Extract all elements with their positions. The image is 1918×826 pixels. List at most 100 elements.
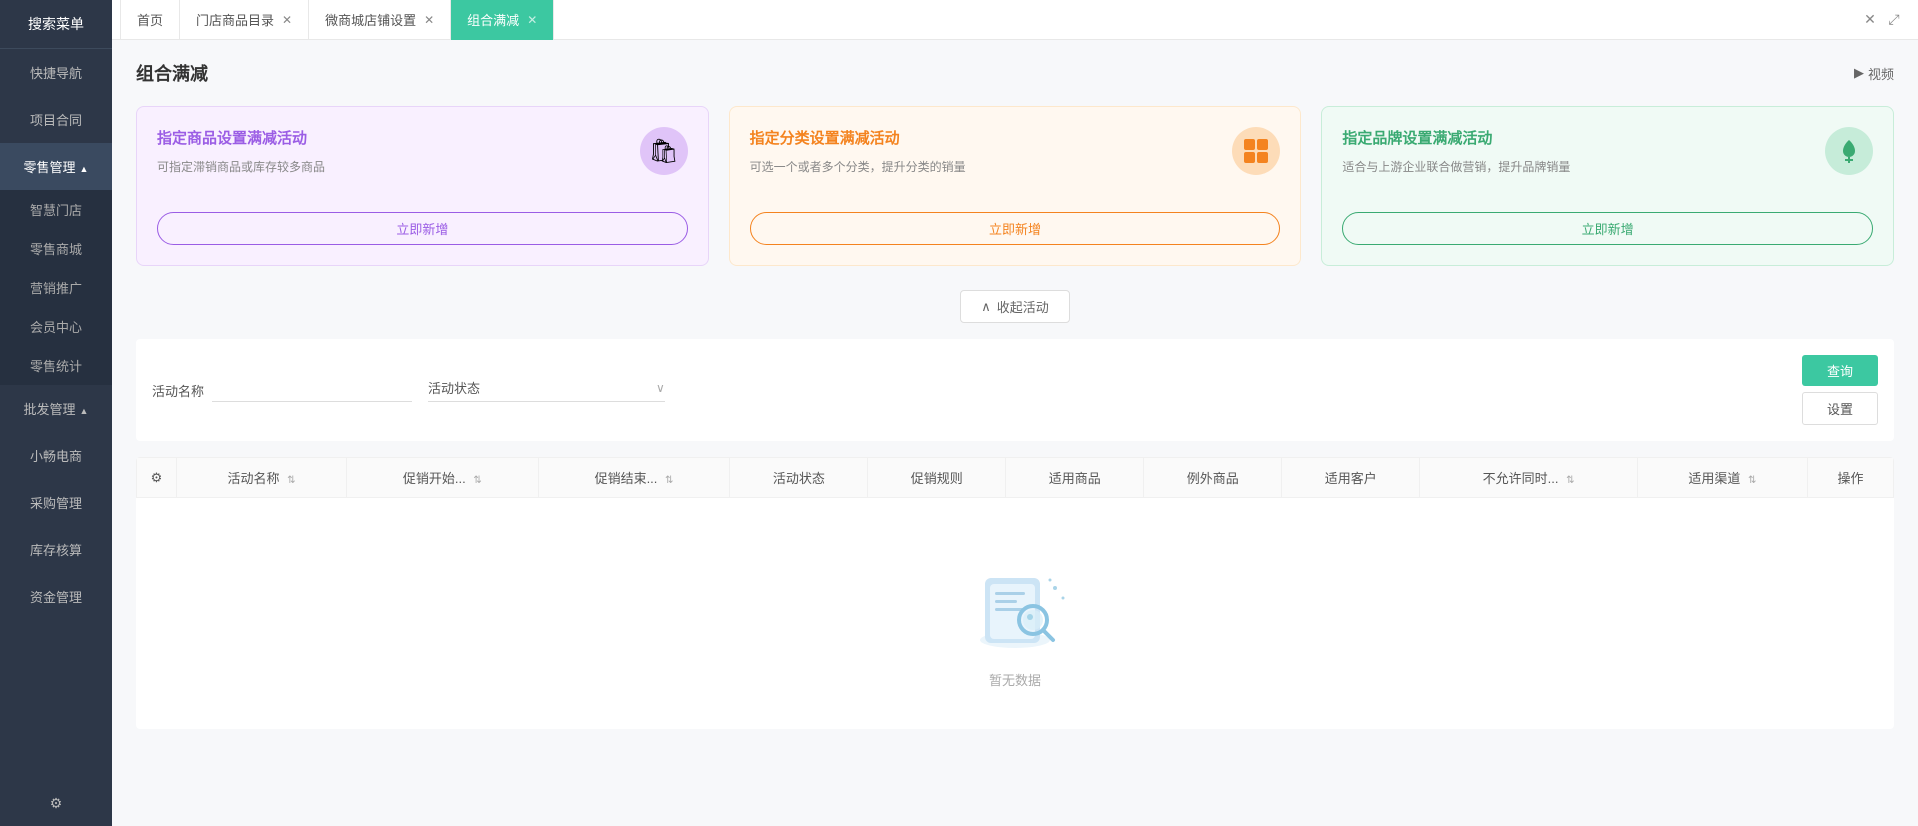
window-expand-btn[interactable]: ⤢: [1886, 12, 1902, 28]
video-link-label: 视频: [1868, 64, 1894, 83]
promo-card-brand: 指定品牌设置满减活动 适合与上游企业联合做营销，提升品牌销量 立即新增: [1321, 106, 1894, 266]
th-channel-label: 适用渠道: [1688, 471, 1740, 486]
collapse-chevron-icon: ∧: [981, 299, 991, 315]
main-area: 首页 门店商品目录 ✕ 微商城店铺设置 ✕ 组合满减 ✕ ✕ ⤢ 组合满减 ▶ …: [112, 0, 1918, 826]
table-header-row: ⚙ 活动名称 ⇅ 促销开始... ⇅ 促销结束... ⇅: [137, 458, 1894, 498]
sidebar-settings-icon[interactable]: ⚙: [0, 781, 112, 826]
th-except-goods-label: 例外商品: [1187, 471, 1239, 486]
th-action-label: 操作: [1837, 471, 1863, 486]
th-no-overlap-label: 不允许同时...: [1483, 471, 1559, 486]
tab-bar: 首页 门店商品目录 ✕ 微商城店铺设置 ✕ 组合满减 ✕ ✕ ⤢: [112, 0, 1918, 40]
th-gear[interactable]: ⚙: [137, 458, 177, 498]
th-activity-name-label: 活动名称: [227, 471, 279, 486]
activity-status-field[interactable]: 活动状态 ∨: [428, 378, 665, 402]
window-controls: ✕ ⤢: [1862, 12, 1910, 28]
promo-card-brand-desc: 适合与上游企业联合做营销，提升品牌销量: [1342, 158, 1873, 196]
th-promo-end[interactable]: 促销结束... ⇅: [538, 458, 730, 498]
sidebar-item-quick-nav[interactable]: 快捷导航: [0, 49, 112, 96]
th-promo-start-label: 促销开始...: [403, 471, 466, 486]
activity-status-label: 活动状态: [428, 378, 480, 397]
tab-combo-discount[interactable]: 组合满减 ✕: [451, 0, 554, 40]
promo-card-brand-btn[interactable]: 立即新增: [1342, 212, 1873, 245]
sort-icon-end: ⇅: [665, 475, 673, 486]
tab-store-catalog-close[interactable]: ✕: [282, 14, 292, 26]
collapse-label: 收起活动: [997, 297, 1049, 316]
sidebar-item-xc-ecommerce[interactable]: 小畅电商: [0, 432, 112, 479]
sidebar: 搜索菜单 快捷导航 项目合同 零售管理 智慧门店 零售商城 营销推广 会员中心 …: [0, 0, 112, 826]
search-actions: 查询 设置: [1802, 355, 1878, 425]
th-promo-rule-label: 促销规则: [911, 471, 963, 486]
th-no-overlap[interactable]: 不允许同时... ⇅: [1420, 458, 1638, 498]
collapse-bar: ∧ 收起活动: [136, 282, 1894, 339]
th-applicable-customer: 适用客户: [1282, 458, 1420, 498]
th-applicable-goods: 适用商品: [1006, 458, 1144, 498]
query-button[interactable]: 查询: [1802, 355, 1878, 386]
data-table: ⚙ 活动名称 ⇅ 促销开始... ⇅ 促销结束... ⇅: [136, 457, 1894, 729]
sidebar-sub-smart-store[interactable]: 智慧门店: [0, 190, 112, 229]
th-activity-status-label: 活动状态: [773, 471, 825, 486]
empty-state-row: 暂无数据: [137, 498, 1894, 730]
th-promo-start[interactable]: 促销开始... ⇅: [347, 458, 539, 498]
table-wrapper: ⚙ 活动名称 ⇅ 促销开始... ⇅ 促销结束... ⇅: [136, 457, 1894, 729]
tab-store-catalog-label: 门店商品目录: [196, 10, 274, 29]
window-close-btn[interactable]: ✕: [1862, 12, 1878, 28]
sidebar-search[interactable]: 搜索菜单: [0, 0, 112, 49]
promo-card-category-desc: 可选一个或者多个分类，提升分类的销量: [750, 158, 1281, 196]
sidebar-sub-mkt-promo[interactable]: 营销推广: [0, 268, 112, 307]
empty-illustration: [955, 558, 1075, 658]
tab-store-catalog[interactable]: 门店商品目录 ✕: [180, 0, 309, 40]
th-activity-name[interactable]: 活动名称 ⇅: [177, 458, 347, 498]
cards-row: 指定商品设置满减活动 🛍 可指定滞销商品或库存较多商品 立即新增 指定分类设置满…: [136, 106, 1894, 266]
promo-card-category-btn[interactable]: 立即新增: [750, 212, 1281, 245]
activity-name-label: 活动名称: [152, 381, 204, 400]
sort-icon-channel: ⇅: [1748, 475, 1756, 486]
sidebar-item-fund-mgmt[interactable]: 资金管理: [0, 573, 112, 620]
activity-name-input[interactable]: [212, 378, 412, 402]
settings-button[interactable]: 设置: [1802, 392, 1878, 425]
promo-card-category: 指定分类设置满减活动 可选一个或者多个分类，提升分类的销量 立即新增: [729, 106, 1302, 266]
sidebar-sub-member-center[interactable]: 会员中心: [0, 307, 112, 346]
activity-name-field: 活动名称: [152, 378, 412, 402]
sidebar-item-project-contract[interactable]: 项目合同: [0, 96, 112, 143]
th-promo-rule: 促销规则: [868, 458, 1006, 498]
promo-card-product-btn[interactable]: 立即新增: [157, 212, 688, 245]
tab-home[interactable]: 首页: [120, 0, 180, 40]
tab-combo-discount-label: 组合满减: [467, 10, 519, 29]
tab-wechat-store-close[interactable]: ✕: [424, 14, 434, 26]
sidebar-item-inventory-calc[interactable]: 库存核算: [0, 526, 112, 573]
sidebar-item-purchase-mgmt[interactable]: 采购管理: [0, 479, 112, 526]
sort-icon-name: ⇅: [287, 475, 295, 486]
th-except-goods: 例外商品: [1144, 458, 1282, 498]
collapse-activities-btn[interactable]: ∧ 收起活动: [960, 290, 1070, 323]
promo-card-product: 指定商品设置满减活动 🛍 可指定滞销商品或库存较多商品 立即新增: [136, 106, 709, 266]
tab-home-label: 首页: [137, 10, 163, 29]
promo-card-product-title: 指定商品设置满减活动: [157, 127, 688, 148]
th-action: 操作: [1807, 458, 1893, 498]
th-promo-end-label: 促销结束...: [595, 471, 658, 486]
sidebar-sub-retail-stats[interactable]: 零售统计: [0, 346, 112, 385]
sidebar-sub-retail-mall[interactable]: 零售商城: [0, 229, 112, 268]
video-play-icon: ▶: [1854, 65, 1864, 81]
chevron-down-icon: ∨: [656, 381, 665, 395]
th-applicable-goods-label: 适用商品: [1049, 471, 1101, 486]
promo-card-category-title: 指定分类设置满减活动: [750, 127, 1281, 148]
empty-state: 暂无数据: [137, 498, 1894, 729]
tab-wechat-store[interactable]: 微商城店铺设置 ✕: [309, 0, 451, 40]
search-bar: 活动名称 活动状态 ∨ 查询 设置: [136, 339, 1894, 441]
sort-icon-overlap: ⇅: [1566, 475, 1574, 486]
gear-icon: ⚙: [151, 470, 163, 485]
sort-icon-start: ⇅: [473, 475, 481, 486]
video-link[interactable]: ▶ 视频: [1854, 64, 1894, 83]
promo-card-category-icon: [1232, 127, 1280, 175]
th-activity-status: 活动状态: [730, 458, 868, 498]
page-title: 组合满减: [136, 60, 208, 86]
promo-card-brand-title: 指定品牌设置满减活动: [1342, 127, 1873, 148]
tab-wechat-store-label: 微商城店铺设置: [325, 10, 416, 29]
th-applicable-customer-label: 适用客户: [1325, 471, 1377, 486]
th-channel[interactable]: 适用渠道 ⇅: [1637, 458, 1807, 498]
page-header: 组合满减 ▶ 视频: [136, 60, 1894, 86]
sidebar-item-retail-mgmt[interactable]: 零售管理: [0, 143, 112, 190]
sidebar-item-wholesale-mgmt[interactable]: 批发管理: [0, 385, 112, 432]
tab-combo-discount-close[interactable]: ✕: [527, 14, 537, 26]
empty-text: 暂无数据: [137, 670, 1894, 689]
